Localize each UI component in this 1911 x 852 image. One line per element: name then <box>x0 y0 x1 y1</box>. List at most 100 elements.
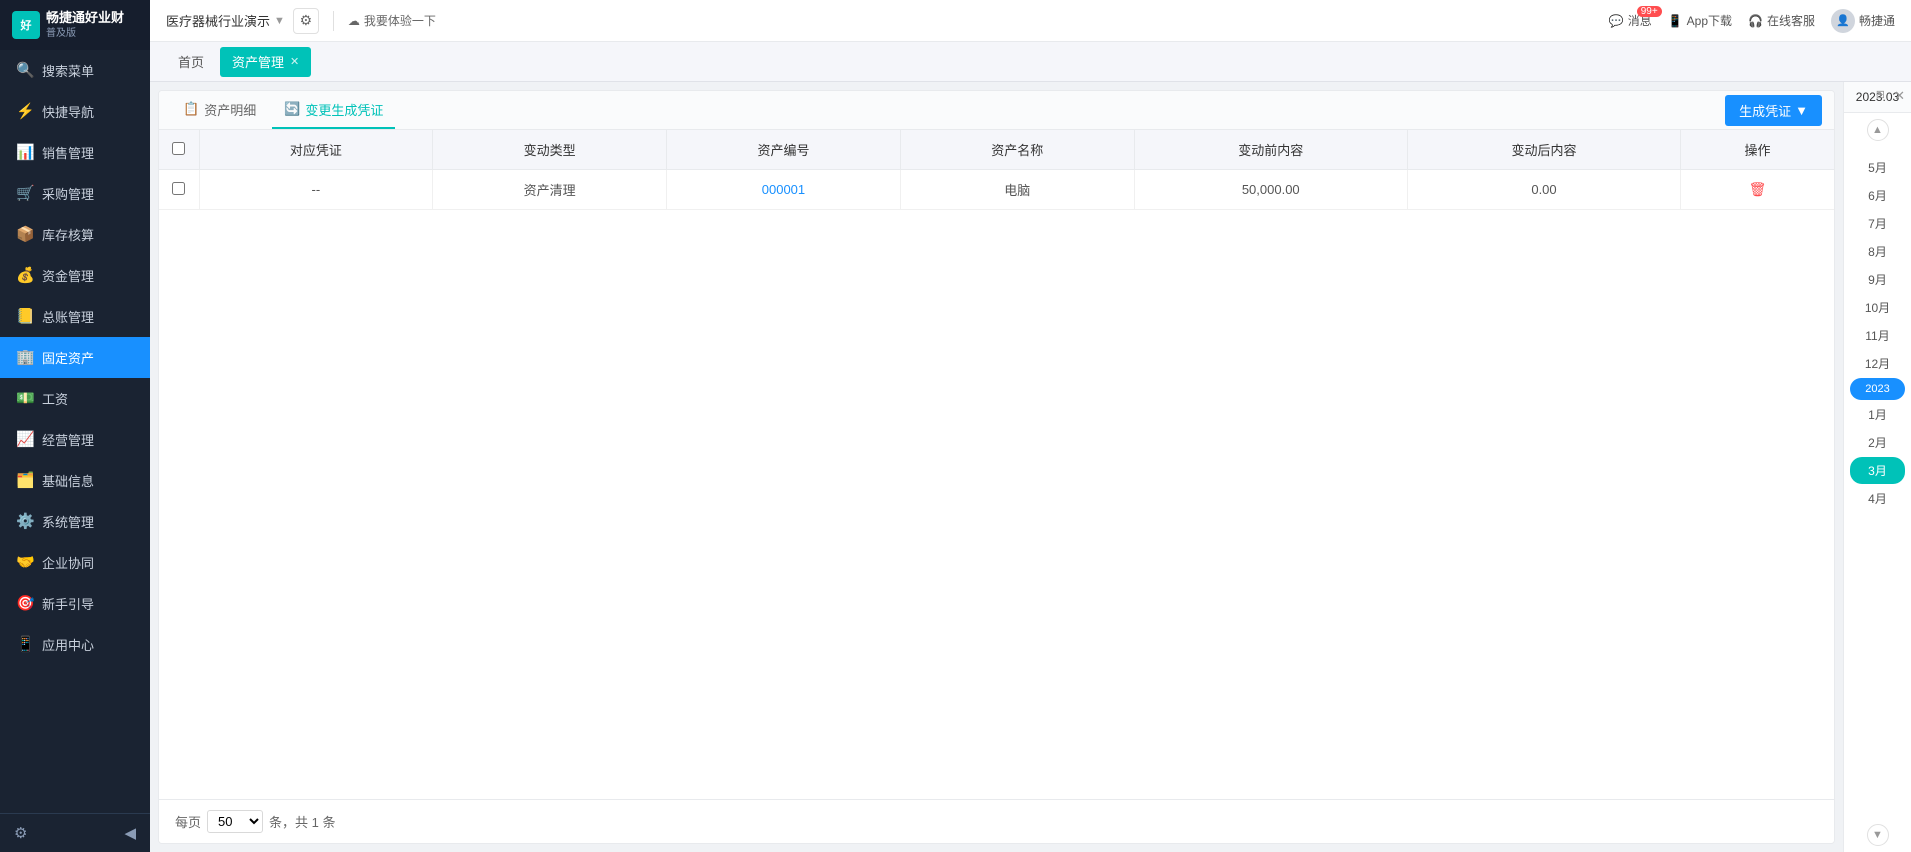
timeline-up-button[interactable]: ▲ <box>1867 119 1889 141</box>
sidebar-item-finance[interactable]: 💰资金管理 <box>0 255 150 296</box>
timeline-month-6月[interactable]: 6月 <box>1850 182 1905 209</box>
user-menu-button[interactable]: 👤 畅捷通 <box>1831 9 1895 33</box>
sidebar-item-quick-nav[interactable]: ⚡快捷导航 <box>0 91 150 132</box>
tab-change-voucher[interactable]: 🔄 变更生成凭证 <box>272 91 395 129</box>
timeline-year-badge-2023[interactable]: 2023 <box>1850 378 1905 400</box>
timeline-month-10月[interactable]: 10月 <box>1850 294 1905 321</box>
per-page-select[interactable]: 50 10 20 100 <box>207 810 263 833</box>
column-header-asset-code: 资产编号 <box>667 130 901 170</box>
app-center-icon: 📱 <box>16 635 34 653</box>
sidebar-item-guide[interactable]: 🎯新手引导 <box>0 583 150 624</box>
feedback-label: 我要体验一下 <box>364 12 436 29</box>
timeline-month-1月[interactable]: 1月 <box>1850 401 1905 428</box>
sidebar-item-cooperation[interactable]: 🤝 企业协同 <box>0 542 150 583</box>
topbar-divider <box>333 11 334 31</box>
sidebar-item-search[interactable]: 🔍搜索菜单 <box>0 50 150 91</box>
sidebar-item-basic-info[interactable]: 🗂️基础信息 <box>0 460 150 501</box>
timeline-month-8月[interactable]: 8月 <box>1850 238 1905 265</box>
sidebar-item-fixed-assets[interactable]: 🏢固定资产 <box>0 337 150 378</box>
sidebar-item-sales[interactable]: 📊销售管理 <box>0 132 150 173</box>
timeline-month-5月[interactable]: 5月 <box>1850 154 1905 181</box>
settings-icon[interactable]: ⚙ <box>14 824 27 842</box>
inner-tab-actions: 生成凭证 ▼ <box>1725 95 1822 126</box>
timeline-month-9月[interactable]: 9月 <box>1850 266 1905 293</box>
notifications-button[interactable]: 💬 消息 99+ <box>1609 12 1652 29</box>
customer-service-icon: 🎧 <box>1748 14 1763 28</box>
sidebar-footer: ⚙ ◀ <box>0 813 150 852</box>
collapse-icon[interactable]: ◀ <box>124 824 136 842</box>
column-header-asset-name: 资产名称 <box>900 130 1134 170</box>
app-download-button[interactable]: 📱 App下载 <box>1668 12 1732 29</box>
sidebar-item-purchase[interactable]: 🛒采购管理 <box>0 173 150 214</box>
sidebar: 好 畅捷通好业财 普及版 🔍搜索菜单⚡快捷导航📊销售管理🛒采购管理📦库存核算💰资… <box>0 0 150 852</box>
topbar-feedback-button[interactable]: ☁ 我要体验一下 <box>348 12 436 29</box>
notifications-badge: 99+ <box>1637 6 1662 17</box>
cooperation-icon: 🤝 <box>16 553 34 571</box>
timeline-month-12月[interactable]: 12月 <box>1850 350 1905 377</box>
timeline-close-button[interactable]: ✕ <box>1894 88 1905 104</box>
company-name: 医疗器械行业演示 <box>166 11 270 30</box>
delete-button-0[interactable]: 🗑 <box>1749 181 1767 197</box>
inventory-label: 库存核算 <box>42 225 94 244</box>
customer-service-button[interactable]: 🎧 在线客服 <box>1748 12 1815 29</box>
row-after-change-0: 0.00 <box>1407 170 1680 210</box>
asset-detail-icon: 📋 <box>183 101 199 117</box>
salary-icon: 💵 <box>16 389 34 407</box>
sidebar-item-inventory[interactable]: 📦库存核算 <box>0 214 150 255</box>
column-header-action: 操作 <box>1681 130 1834 170</box>
timeline-expand-icon[interactable]: ⊞ <box>1876 88 1885 101</box>
timeline-month-7月[interactable]: 7月 <box>1850 210 1905 237</box>
timeline-month-11月[interactable]: 11月 <box>1850 322 1905 349</box>
timeline-month-2月[interactable]: 2月 <box>1850 429 1905 456</box>
timeline-month-4月[interactable]: 4月 <box>1850 485 1905 512</box>
main-area: 医疗器械行业演示 ▼ ⚙ ☁ 我要体验一下 💬 消息 99+ 📱 App下载 🎧… <box>150 0 1911 852</box>
customer-service-label: 在线客服 <box>1767 12 1815 29</box>
finance-label: 资金管理 <box>42 266 94 285</box>
app-center-label: 应用中心 <box>42 635 94 654</box>
topbar-settings-button[interactable]: ⚙ <box>293 8 319 34</box>
asset-detail-label: 资产明细 <box>204 100 256 119</box>
column-header-before-change: 变动前内容 <box>1134 130 1407 170</box>
change-voucher-icon: 🔄 <box>284 101 300 117</box>
tab-asset-management[interactable]: 资产管理✕ <box>220 47 311 77</box>
sidebar-item-ledger[interactable]: 📒总账管理 <box>0 296 150 337</box>
quick-nav-icon: ⚡ <box>16 102 34 120</box>
notifications-icon: 💬 <box>1609 14 1624 28</box>
company-selector[interactable]: 医疗器械行业演示 ▼ <box>166 11 285 30</box>
change-voucher-label: 变更生成凭证 <box>305 100 383 119</box>
table-header-row: 对应凭证 变动类型 资产编号 资产名称 变动前内容 变动后内容 操作 <box>159 130 1834 170</box>
sidebar-item-app-center[interactable]: 📱 应用中心 <box>0 624 150 665</box>
timeline-panel: 2023.03 ✕ ⊞ ▲ 5月6月7月8月9月10月11月12月20231月2… <box>1843 82 1911 852</box>
username-label: 畅捷通 <box>1859 12 1895 29</box>
tab-home[interactable]: 首页 <box>166 47 216 77</box>
row-action-0: 🗑 <box>1681 170 1834 210</box>
sidebar-item-salary[interactable]: 💵工资 <box>0 378 150 419</box>
tabbar: 首页资产管理✕ <box>150 42 1911 82</box>
row-checkbox-0[interactable] <box>172 182 185 195</box>
content-wrapper: 📋 资产明细 🔄 变更生成凭证 生成凭证 ▼ <box>150 82 1911 852</box>
timeline-down-button[interactable]: ▼ <box>1867 824 1889 846</box>
tab-label-home: 首页 <box>178 52 204 71</box>
generate-voucher-button[interactable]: 生成凭证 ▼ <box>1725 95 1822 126</box>
system-icon: ⚙️ <box>16 512 34 530</box>
tab-close-asset-management[interactable]: ✕ <box>290 55 299 68</box>
search-icon: 🔍 <box>16 61 34 79</box>
timeline-scroll: 5月6月7月8月9月10月11月12月20231月2月3月4月 <box>1844 147 1911 818</box>
sidebar-item-system[interactable]: ⚙️ 系统管理 <box>0 501 150 542</box>
logo-sub-text: 普及版 <box>46 27 124 40</box>
guide-label: 新手引导 <box>42 594 94 613</box>
sales-label: 销售管理 <box>42 143 94 162</box>
system-label: 系统管理 <box>42 512 94 531</box>
tab-asset-detail[interactable]: 📋 资产明细 <box>171 91 268 129</box>
timeline-month-3月[interactable]: 3月 <box>1850 457 1905 484</box>
column-header-voucher: 对应凭证 <box>199 130 433 170</box>
basic-info-icon: 🗂️ <box>16 471 34 489</box>
topbar-right: 💬 消息 99+ 📱 App下载 🎧 在线客服 👤 畅捷通 <box>1609 9 1895 33</box>
fixed-assets-label: 固定资产 <box>42 348 94 367</box>
sidebar-item-business[interactable]: 📈经营管理 <box>0 419 150 460</box>
generate-dropdown-icon: ▼ <box>1795 103 1808 118</box>
cooperation-label: 企业协同 <box>42 553 94 572</box>
select-all-checkbox[interactable] <box>172 142 185 155</box>
row-checkbox-cell <box>159 170 199 210</box>
business-icon: 📈 <box>16 430 34 448</box>
